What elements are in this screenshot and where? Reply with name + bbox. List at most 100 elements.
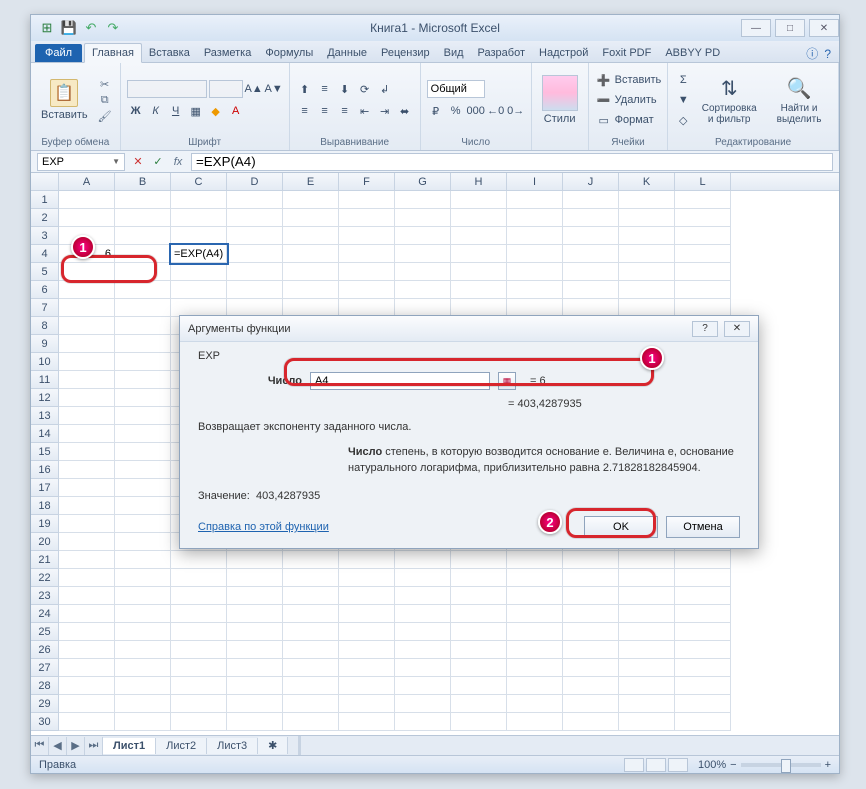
row-header[interactable]: 5 — [31, 263, 59, 281]
cell[interactable] — [675, 281, 731, 299]
minimize-ribbon-icon[interactable]: ⓘ — [806, 45, 818, 62]
cell[interactable] — [451, 191, 507, 209]
cell[interactable] — [451, 281, 507, 299]
cell[interactable] — [115, 227, 171, 245]
name-box[interactable]: EXP ▼ — [37, 153, 125, 171]
cell[interactable] — [59, 461, 115, 479]
cell[interactable] — [675, 623, 731, 641]
cell[interactable] — [507, 659, 563, 677]
tab-developer[interactable]: Разработ — [471, 44, 532, 62]
sort-filter-button[interactable]: ⇅ Сортировка и фильтр — [696, 74, 762, 127]
insert-cells-icon[interactable]: ➕ — [595, 71, 613, 89]
inc-decimal-icon[interactable]: ←0 — [487, 102, 505, 120]
row-header[interactable]: 18 — [31, 497, 59, 515]
cell[interactable] — [227, 695, 283, 713]
cell[interactable] — [115, 677, 171, 695]
copy-icon[interactable]: ⧉ — [96, 93, 114, 107]
sheet-nav-first[interactable]: ⏮ — [31, 737, 49, 755]
cell[interactable] — [59, 695, 115, 713]
cell[interactable] — [171, 623, 227, 641]
cell[interactable] — [395, 245, 451, 263]
cell[interactable] — [395, 569, 451, 587]
cell[interactable] — [59, 533, 115, 551]
tab-layout[interactable]: Разметка — [197, 44, 259, 62]
align-middle-icon[interactable]: ≡ — [316, 80, 334, 98]
cell[interactable] — [227, 281, 283, 299]
cell[interactable] — [675, 569, 731, 587]
cell[interactable] — [507, 551, 563, 569]
cell[interactable] — [563, 641, 619, 659]
zoom-in-button[interactable]: + — [825, 759, 831, 771]
cell[interactable] — [283, 227, 339, 245]
dialog-help-button[interactable]: ? — [692, 321, 718, 337]
cell[interactable] — [451, 551, 507, 569]
cell[interactable] — [115, 263, 171, 281]
cell[interactable] — [59, 371, 115, 389]
cell[interactable] — [59, 227, 115, 245]
cell[interactable] — [451, 263, 507, 281]
cell[interactable] — [283, 209, 339, 227]
cell[interactable] — [675, 605, 731, 623]
cell[interactable] — [339, 605, 395, 623]
cell[interactable] — [675, 587, 731, 605]
cell[interactable] — [507, 281, 563, 299]
cell[interactable] — [675, 263, 731, 281]
cell[interactable] — [171, 641, 227, 659]
column-header[interactable]: E — [283, 173, 339, 190]
cut-icon[interactable]: ✂ — [96, 77, 114, 91]
cell[interactable] — [563, 623, 619, 641]
cell[interactable] — [563, 713, 619, 731]
cell[interactable] — [171, 659, 227, 677]
redo-icon[interactable]: ↷ — [105, 20, 121, 36]
column-header[interactable]: H — [451, 173, 507, 190]
cell[interactable] — [115, 569, 171, 587]
cell[interactable] — [563, 209, 619, 227]
cell[interactable] — [115, 389, 171, 407]
sheet-nav-prev[interactable]: ◀ — [49, 737, 67, 755]
cell[interactable] — [283, 677, 339, 695]
cell[interactable] — [619, 695, 675, 713]
cell[interactable] — [59, 407, 115, 425]
cell[interactable] — [59, 677, 115, 695]
row-header[interactable]: 13 — [31, 407, 59, 425]
column-header[interactable]: D — [227, 173, 283, 190]
font-color-icon[interactable]: A — [227, 102, 245, 120]
dec-decimal-icon[interactable]: 0→ — [507, 102, 525, 120]
zoom-out-button[interactable]: − — [730, 759, 736, 771]
column-header[interactable]: A — [59, 173, 115, 190]
font-size-input[interactable] — [209, 80, 243, 98]
cell[interactable] — [59, 389, 115, 407]
row-header[interactable]: 30 — [31, 713, 59, 731]
cell[interactable] — [59, 641, 115, 659]
cell[interactable] — [283, 245, 339, 263]
row-header[interactable]: 9 — [31, 335, 59, 353]
select-all-corner[interactable] — [31, 173, 59, 190]
cell[interactable] — [619, 587, 675, 605]
cell[interactable] — [59, 263, 115, 281]
paste-button[interactable]: 📋 Вставить — [37, 77, 92, 123]
cell[interactable] — [227, 191, 283, 209]
cell[interactable] — [675, 227, 731, 245]
row-header[interactable]: 24 — [31, 605, 59, 623]
close-button[interactable]: ✕ — [809, 19, 839, 37]
cell[interactable] — [227, 263, 283, 281]
cell[interactable] — [171, 263, 227, 281]
fx-icon[interactable]: fx — [169, 153, 187, 171]
cell[interactable] — [171, 191, 227, 209]
cell[interactable] — [507, 713, 563, 731]
cell[interactable] — [115, 605, 171, 623]
cell[interactable] — [283, 659, 339, 677]
cell[interactable] — [675, 551, 731, 569]
cell[interactable] — [59, 497, 115, 515]
row-header[interactable]: 22 — [31, 569, 59, 587]
cell[interactable] — [115, 299, 171, 317]
cell[interactable] — [563, 695, 619, 713]
cell[interactable] — [115, 479, 171, 497]
cell[interactable] — [59, 335, 115, 353]
row-header[interactable]: 23 — [31, 587, 59, 605]
column-header[interactable]: F — [339, 173, 395, 190]
chevron-down-icon[interactable]: ▼ — [112, 157, 120, 166]
tab-home[interactable]: Главная — [84, 43, 142, 63]
cell[interactable] — [563, 551, 619, 569]
cell[interactable] — [59, 659, 115, 677]
